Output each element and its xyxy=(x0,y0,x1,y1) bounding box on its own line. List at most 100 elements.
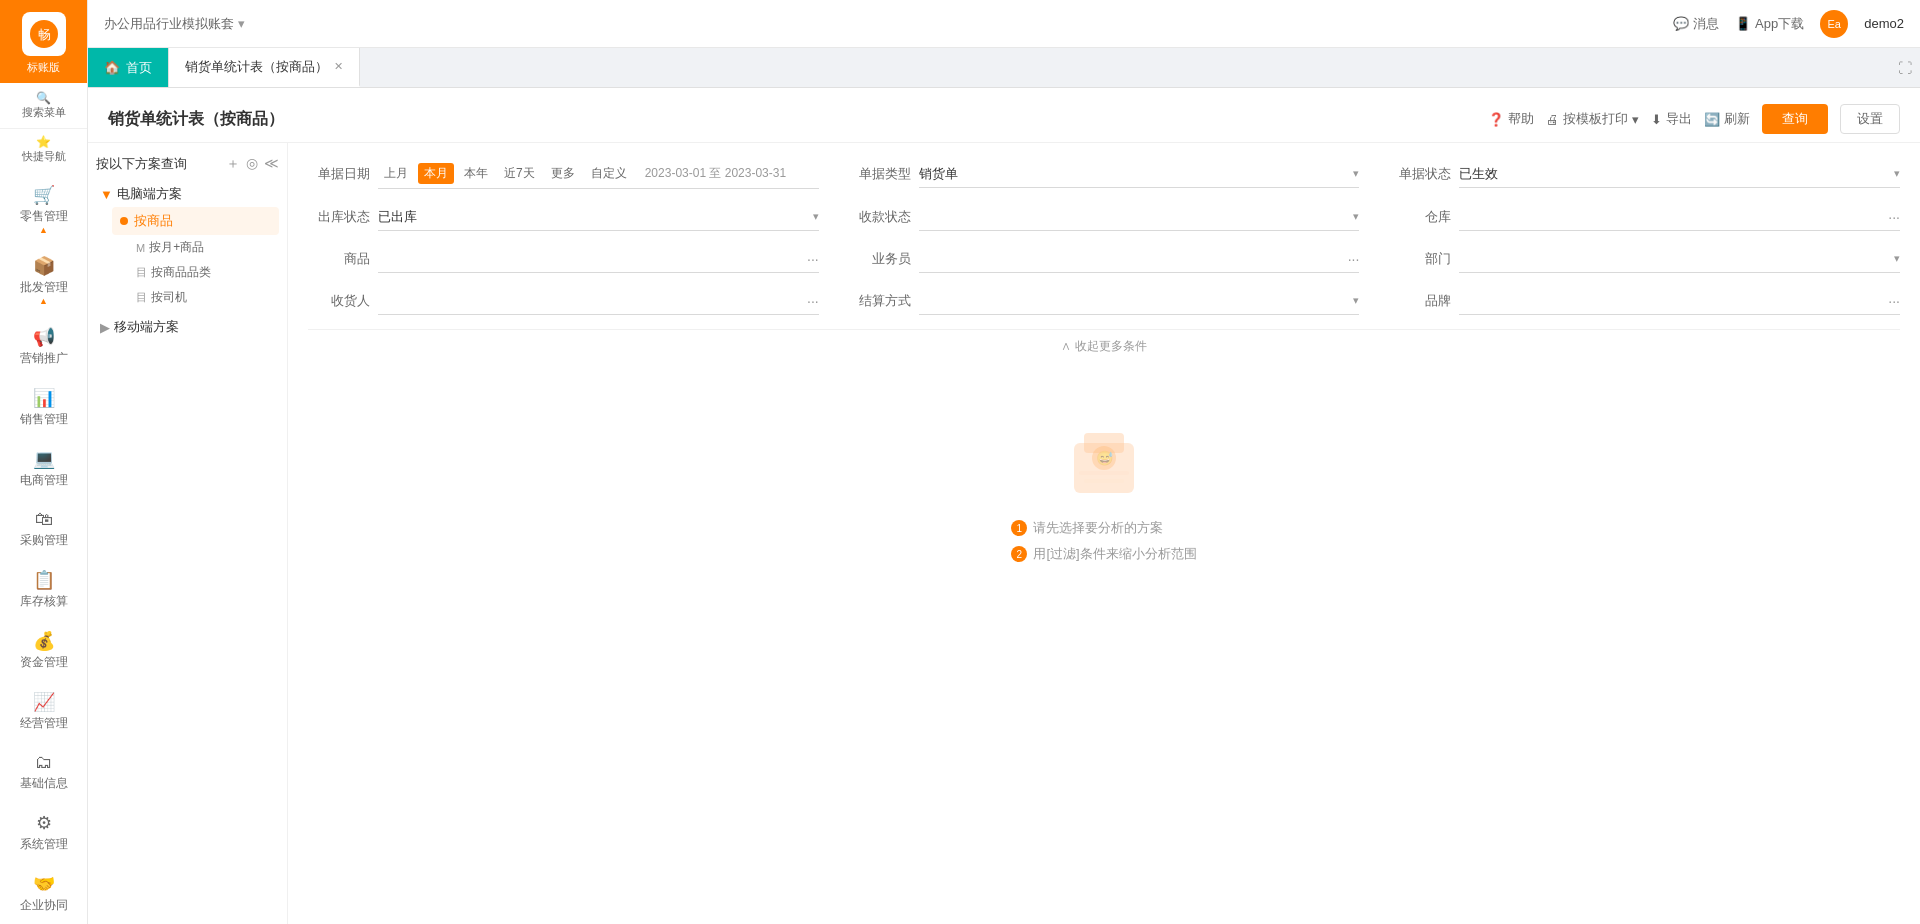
refresh-btn[interactable]: 🔄 刷新 xyxy=(1704,110,1750,128)
sidebar-item-sales[interactable]: 📊 销售管理 xyxy=(0,377,87,438)
scheme-sub-monthly[interactable]: M 按月+商品 xyxy=(112,235,279,260)
dept-control[interactable]: ▾ xyxy=(1459,245,1900,273)
quick-nav-btn[interactable]: ⭐快捷导航 xyxy=(22,129,66,170)
left-panel-header: 按以下方案查询 ＋ ◎ ≪ xyxy=(96,155,279,173)
scheme-sub-category[interactable]: 目 按商品品类 xyxy=(112,260,279,285)
add-scheme-icon[interactable]: ＋ xyxy=(226,155,240,173)
message-btn[interactable]: 💬 消息 xyxy=(1673,15,1719,33)
sidebar-item-ecommerce[interactable]: 💻 电商管理 xyxy=(0,438,87,499)
logo-area: 畅 标账版 xyxy=(0,0,87,83)
date-tab-last-month[interactable]: 上月 xyxy=(378,163,414,184)
sidebar-item-label: 营销推广 xyxy=(20,350,68,367)
status-control[interactable]: 已生效 ▾ xyxy=(1459,160,1900,188)
status-select[interactable]: 已生效 ▾ xyxy=(1459,165,1900,183)
sidebar-item-inventory[interactable]: 📋 库存核算 xyxy=(0,559,87,620)
mobile-scheme-label[interactable]: ▶ 移动端方案 xyxy=(96,314,279,340)
filter-type: 单据类型 销货单 ▾ xyxy=(849,160,1360,188)
filter-brand: 品牌 ··· xyxy=(1389,287,1900,315)
type-select[interactable]: 销货单 ▾ xyxy=(919,165,1360,183)
sidebar-item-label: 系统管理 xyxy=(20,836,68,853)
collapse-bar[interactable]: ∧ 收起更多条件 xyxy=(308,329,1900,363)
date-tab-this-month[interactable]: 本月 xyxy=(418,163,454,184)
receiver-dots-icon[interactable]: ··· xyxy=(807,293,819,309)
tip-num-1: 1 xyxy=(1011,520,1027,536)
sidebar-item-purchase[interactable]: 🛍 采购管理 xyxy=(0,499,87,559)
warehouse-label: 仓库 xyxy=(1389,208,1459,226)
dept-select[interactable]: ▾ xyxy=(1459,252,1900,265)
tab-report[interactable]: 销货单统计表（按商品） ✕ xyxy=(169,48,360,87)
warehouse-select[interactable]: ··· xyxy=(1459,209,1900,225)
sidebar-item-retail[interactable]: 🛒 零售管理 ▲ xyxy=(0,174,87,245)
pay-control[interactable]: ▾ xyxy=(919,203,1360,231)
salesperson-control[interactable]: ··· xyxy=(919,245,1360,273)
sidebar-item-label: 企业协同 xyxy=(20,897,68,914)
salesperson-dots-icon[interactable]: ··· xyxy=(1348,251,1360,267)
mobile-icon: 📱 xyxy=(1735,16,1751,31)
desktop-scheme-label[interactable]: ▼ 电脑端方案 xyxy=(96,181,279,207)
print-btn[interactable]: 🖨 按模板打印 ▾ xyxy=(1546,110,1639,128)
message-icon: 💬 xyxy=(1673,16,1689,31)
search-menu-btn[interactable]: 🔍搜索菜单 xyxy=(22,91,66,120)
date-range: 2023-03-01 至 2023-03-31 xyxy=(645,165,786,182)
brand-select[interactable]: ··· xyxy=(1459,293,1900,309)
pay-arrow-icon: ▾ xyxy=(1353,210,1359,223)
sidebar-item-business[interactable]: 📈 经营管理 xyxy=(0,681,87,742)
sidebar-search-section: 🔍搜索菜单 xyxy=(0,83,87,129)
date-tab-this-year[interactable]: 本年 xyxy=(458,163,494,184)
chevron-down-icon[interactable]: ▾ xyxy=(238,16,245,31)
goods-select[interactable]: ··· xyxy=(378,251,819,267)
brand-control[interactable]: ··· xyxy=(1459,287,1900,315)
receiver-select[interactable]: ··· xyxy=(378,293,819,309)
sidebar-item-label: 采购管理 xyxy=(20,532,68,549)
sidebar-item-label: 零售管理 xyxy=(20,208,68,225)
sidebar-item-basic[interactable]: 🗂 基础信息 xyxy=(0,742,87,802)
warehouse-dots-icon[interactable]: ··· xyxy=(1888,209,1900,225)
goods-label: 商品 xyxy=(308,250,378,268)
sidebar-item-marketing[interactable]: 📢 营销推广 xyxy=(0,316,87,377)
tip-text-1: 请先选择要分析的方案 xyxy=(1033,519,1163,537)
sidebar-item-wholesale[interactable]: 📦 批发管理 ▲ xyxy=(0,245,87,316)
sidebar-item-collab[interactable]: 🤝 企业协同 xyxy=(0,863,87,924)
filter-row-4: 收货人 ··· 结算方式 xyxy=(308,287,1900,315)
brand-dots-icon[interactable]: ··· xyxy=(1888,293,1900,309)
pay-select[interactable]: ▾ xyxy=(919,210,1360,223)
scheme-item-by-goods[interactable]: 按商品 xyxy=(112,207,279,235)
query-button[interactable]: 查询 xyxy=(1762,104,1828,134)
scheme-sub-driver[interactable]: 目 按司机 xyxy=(112,285,279,310)
tab-home[interactable]: 🏠 首页 xyxy=(88,48,169,87)
sidebar-item-system[interactable]: ⚙ 系统管理 xyxy=(0,802,87,863)
receiver-control[interactable]: ··· xyxy=(378,287,819,315)
maximize-icon[interactable]: ⛶ xyxy=(1898,60,1912,76)
sidebar-item-label: 电商管理 xyxy=(20,472,68,489)
salesperson-select[interactable]: ··· xyxy=(919,251,1360,267)
goods-dots-icon[interactable]: ··· xyxy=(807,251,819,267)
page-title: 销货单统计表（按商品） xyxy=(108,109,284,130)
sidebar-item-finance[interactable]: 💰 资金管理 xyxy=(0,620,87,681)
ecommerce-icon: 💻 xyxy=(33,448,55,470)
edit-scheme-icon[interactable]: ◎ xyxy=(246,155,258,173)
payment-select[interactable]: ▾ xyxy=(919,294,1360,307)
settings-button[interactable]: 设置 xyxy=(1840,104,1900,134)
close-tab-icon[interactable]: ✕ xyxy=(334,60,343,73)
collapse-panel-icon[interactable]: ≪ xyxy=(264,155,279,173)
sidebar-item-label: 库存核算 xyxy=(20,593,68,610)
date-tab-7days[interactable]: 近7天 xyxy=(498,163,541,184)
date-tab-more[interactable]: 更多 xyxy=(545,163,581,184)
out-control[interactable]: 已出库 ▾ xyxy=(378,203,819,231)
avatar[interactable]: Ea xyxy=(1820,10,1848,38)
refresh-icon: 🔄 xyxy=(1704,112,1720,127)
goods-control[interactable]: ··· xyxy=(378,245,819,273)
payment-control[interactable]: ▾ xyxy=(919,287,1360,315)
type-control[interactable]: 销货单 ▾ xyxy=(919,160,1360,188)
pay-label: 收款状态 xyxy=(849,208,919,226)
status-value: 已生效 xyxy=(1459,165,1498,183)
warehouse-control[interactable]: ··· xyxy=(1459,203,1900,231)
sub-icon-driver: 目 xyxy=(136,290,147,305)
help-btn[interactable]: ❓ 帮助 xyxy=(1488,110,1534,128)
tabbar: 🏠 首页 销货单统计表（按商品） ✕ ⛶ xyxy=(88,48,1920,88)
export-btn[interactable]: ⬇ 导出 xyxy=(1651,110,1692,128)
app-download-btn[interactable]: 📱 App下载 xyxy=(1735,15,1804,33)
date-tab-custom[interactable]: 自定义 xyxy=(585,163,633,184)
out-select[interactable]: 已出库 ▾ xyxy=(378,208,819,226)
home-icon: 🏠 xyxy=(104,60,120,75)
